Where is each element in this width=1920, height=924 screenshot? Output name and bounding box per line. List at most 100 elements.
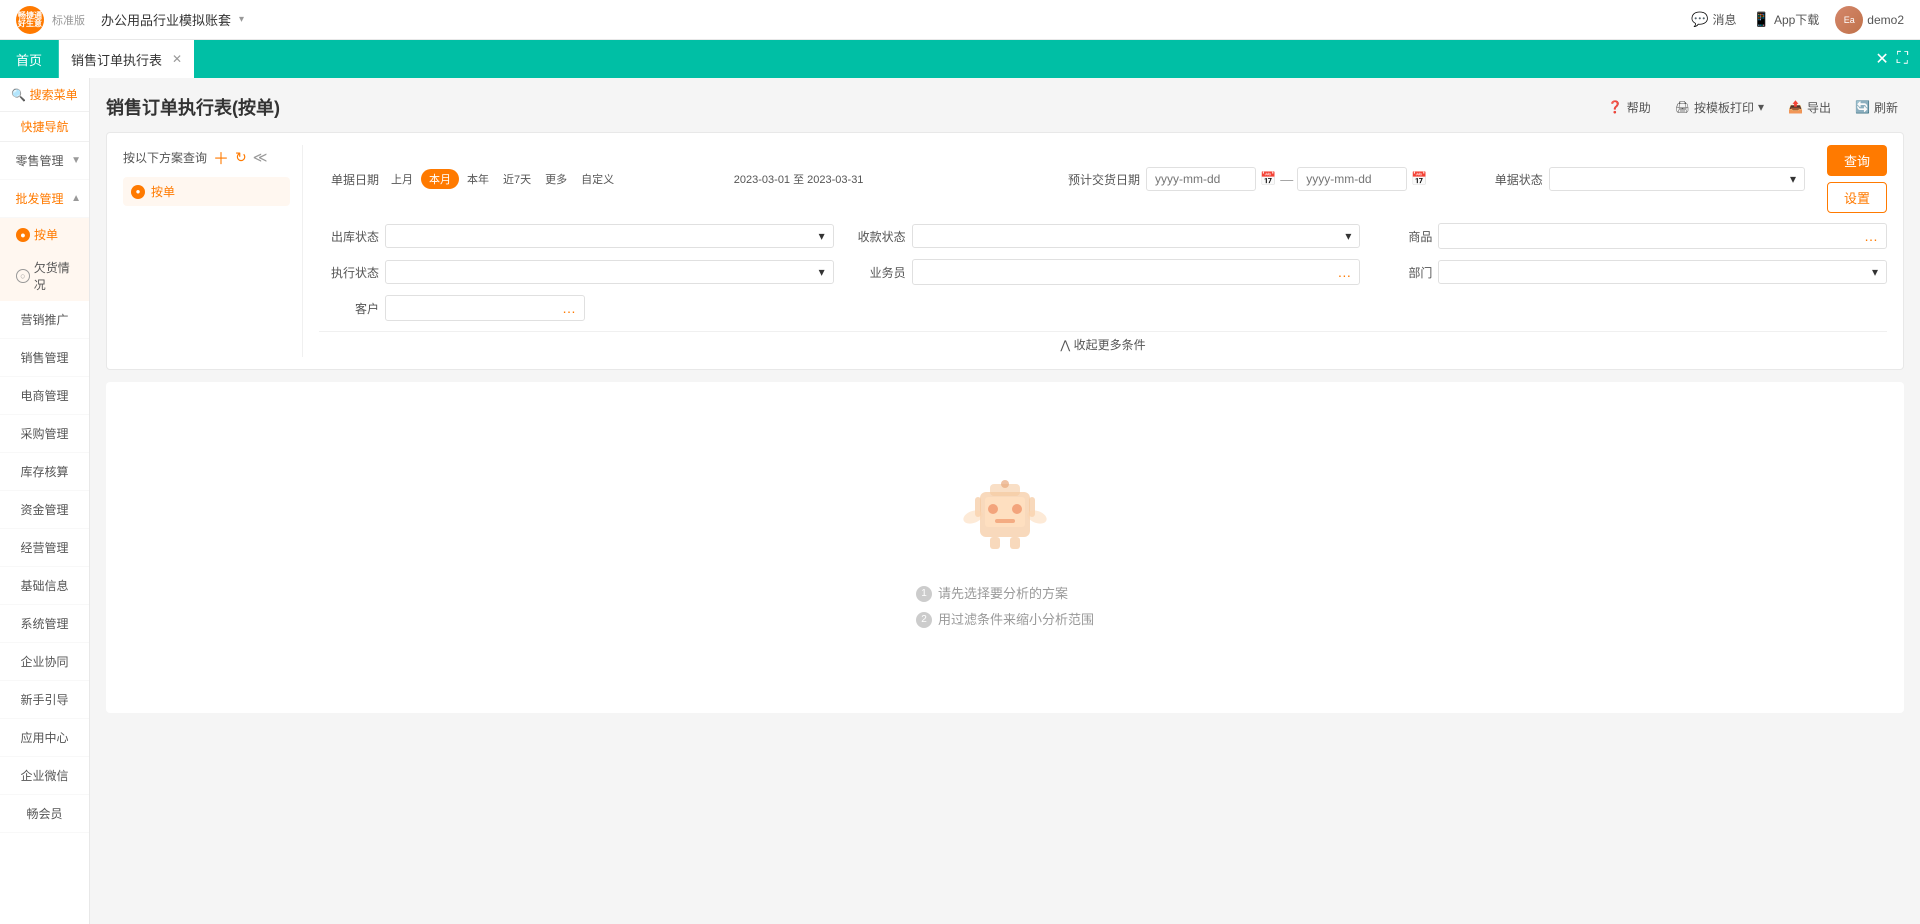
delivery-select[interactable]: ▾ [385, 224, 834, 248]
sidebar-item-weixin[interactable]: 企业微信 [0, 757, 89, 795]
date-btn-this-month[interactable]: 本月 [421, 169, 459, 189]
forecast-date-end[interactable] [1297, 167, 1407, 191]
app-download-btn[interactable]: 📱 App下载 [1753, 11, 1820, 28]
sidebar-quicknav[interactable]: 快捷导航 [0, 112, 89, 142]
sidebar-item-retail[interactable]: 零售管理 ▼ [0, 142, 89, 180]
sidebar: 🔍 搜索菜单 快捷导航 零售管理 ▼ 批发管理 ▲ ● 按单 ○ 欠货情况 营销… [0, 78, 90, 924]
sidebar-item-marketing[interactable]: 营销推广 [0, 301, 89, 339]
salesperson-dots-icon[interactable]: … [1337, 264, 1351, 280]
refresh-btn[interactable]: 🔄 刷新 [1849, 95, 1904, 120]
sidebar-weixin-label: 企业微信 [8, 767, 81, 784]
exec-select[interactable]: ▾ [385, 260, 834, 284]
tip-num-2: 2 [916, 612, 932, 628]
sidebar-item-basic[interactable]: 基础信息 [0, 567, 89, 605]
exec-control: ▾ [385, 260, 834, 284]
calendar-icon-end[interactable]: 📅 [1411, 171, 1427, 187]
sub-backorder-icon: ○ [16, 269, 30, 283]
dept-select[interactable]: ▾ [1438, 260, 1887, 284]
sidebar-item-ecommerce[interactable]: 电商管理 [0, 377, 89, 415]
exec-label: 执行状态 [319, 264, 379, 281]
salesperson-label: 业务员 [846, 264, 906, 281]
sidebar-item-inventory[interactable]: 库存核算 [0, 453, 89, 491]
empty-tip-row-1: 1 请先选择要分析的方案 [916, 581, 1094, 607]
export-btn[interactable]: 📤 导出 [1782, 95, 1837, 120]
empty-state: 1 请先选择要分析的方案 2 用过滤条件来缩小分析范围 [106, 382, 1904, 713]
sidebar-item-enterprise[interactable]: 企业协同 [0, 643, 89, 681]
customer-select[interactable]: … [385, 295, 585, 321]
sidebar-item-apps[interactable]: 应用中心 [0, 719, 89, 757]
forecast-date-label: 预计交货日期 [1068, 171, 1140, 188]
scheme-orders-dot: ● [131, 185, 145, 199]
scheme-collapse-btn[interactable]: ≪ [253, 149, 268, 166]
sidebar-sub-item-backorder[interactable]: ○ 欠货情况 [0, 251, 89, 301]
filter-status-field: 单据状态 ▾ [1483, 167, 1805, 191]
empty-tip-row-2: 2 用过滤条件来缩小分析范围 [916, 607, 1094, 633]
sidebar-sub-item-orders[interactable]: ● 按单 [0, 218, 89, 251]
tip-text-2: 用过滤条件来缩小分析范围 [938, 607, 1094, 633]
scheme-refresh-btn[interactable]: ↻ [235, 149, 247, 166]
sidebar-item-purchase[interactable]: 采购管理 [0, 415, 89, 453]
goods-select[interactable]: … [1438, 223, 1887, 249]
tab-close-icon[interactable]: ✕ [172, 52, 182, 66]
payment-select[interactable]: ▾ [912, 224, 1361, 248]
sidebar-item-finance[interactable]: 资金管理 [0, 491, 89, 529]
sidebar-search[interactable]: 🔍 搜索菜单 [0, 78, 89, 112]
setting-btn[interactable]: 设置 [1827, 182, 1887, 213]
sidebar-operation-label: 经营管理 [8, 539, 81, 556]
date-btn-more[interactable]: 更多 [539, 169, 573, 189]
help-btn[interactable]: ❓ 帮助 [1602, 95, 1657, 120]
sidebar-item-guide[interactable]: 新手引导 [0, 681, 89, 719]
date-btn-custom[interactable]: 自定义 [575, 169, 620, 189]
tip-num-1: 1 [916, 586, 932, 602]
logo-text: 畅捷通好生意 [18, 12, 42, 28]
sidebar-item-operation[interactable]: 经营管理 [0, 529, 89, 567]
filter-fields: 单据日期 上月 本月 本年 近7天 更多 自定义 2023-0 [303, 145, 1887, 357]
status-select[interactable]: ▾ [1549, 167, 1805, 191]
tab-sales-execution[interactable]: 销售订单执行表 ✕ [59, 40, 194, 78]
payment-control: ▾ [912, 224, 1361, 248]
window-max-btn[interactable]: ⛶ [1897, 50, 1908, 68]
tip-text-1: 请先选择要分析的方案 [938, 581, 1068, 607]
user-profile[interactable]: Ea demo2 [1835, 6, 1904, 34]
print-dropdown-icon: ▾ [1758, 100, 1764, 114]
sidebar-finance-label: 资金管理 [8, 501, 81, 518]
filter-date-range: 2023-03-01 至 2023-03-31 [734, 171, 1056, 187]
sidebar-item-system[interactable]: 系统管理 [0, 605, 89, 643]
message-label: 消息 [1712, 11, 1736, 28]
sidebar-item-sales[interactable]: 销售管理 [0, 339, 89, 377]
empty-illustration [955, 462, 1055, 565]
customer-dots-icon[interactable]: … [562, 300, 576, 316]
sidebar-quicknav-label: 快捷导航 [20, 120, 68, 134]
query-btns: 查询 设置 [1817, 145, 1887, 213]
export-label: 导出 [1807, 99, 1831, 116]
calendar-icon-start[interactable]: 📅 [1260, 171, 1276, 187]
scheme-item-orders[interactable]: ● 按单 [123, 177, 290, 206]
empty-svg-icon [955, 462, 1055, 562]
forecast-date-start[interactable] [1146, 167, 1256, 191]
sidebar-system-label: 系统管理 [8, 615, 81, 632]
sidebar-apps-label: 应用中心 [8, 729, 81, 746]
scheme-add-btn[interactable]: ＋ [213, 145, 229, 169]
dept-dropdown-icon: ▾ [1872, 265, 1878, 279]
refresh-icon: 🔄 [1855, 100, 1870, 114]
exec-dropdown-icon: ▾ [819, 265, 825, 279]
tab-home[interactable]: 首页 [0, 40, 59, 78]
sidebar-item-wholesale[interactable]: 批发管理 ▲ [0, 180, 89, 218]
print-btn[interactable]: 🖨 按模板打印 ▾ [1669, 95, 1770, 120]
window-close-btn[interactable]: ✕ [1875, 49, 1888, 69]
export-icon: 📤 [1788, 100, 1803, 114]
date-btn-prev-month[interactable]: 上月 [385, 169, 419, 189]
filter-date-field: 单据日期 上月 本月 本年 近7天 更多 自定义 [319, 169, 722, 189]
salesperson-select[interactable]: … [912, 259, 1361, 285]
help-label: 帮助 [1627, 99, 1651, 116]
tabbar: 首页 销售订单执行表 ✕ ✕ ⛶ [0, 40, 1920, 78]
collapse-filter-btn[interactable]: ⋀ 收起更多条件 [319, 331, 1887, 357]
date-control: 上月 本月 本年 近7天 更多 自定义 [385, 169, 722, 189]
query-btn[interactable]: 查询 [1827, 145, 1887, 176]
date-btn-7days[interactable]: 近7天 [497, 169, 537, 189]
sidebar-item-member[interactable]: 畅会员 [0, 795, 89, 833]
message-btn[interactable]: 💬 消息 [1691, 11, 1736, 28]
date-btn-this-year[interactable]: 本年 [461, 169, 495, 189]
goods-dots-icon[interactable]: … [1864, 228, 1878, 244]
topbar-dropdown[interactable]: ▾ [239, 14, 244, 25]
